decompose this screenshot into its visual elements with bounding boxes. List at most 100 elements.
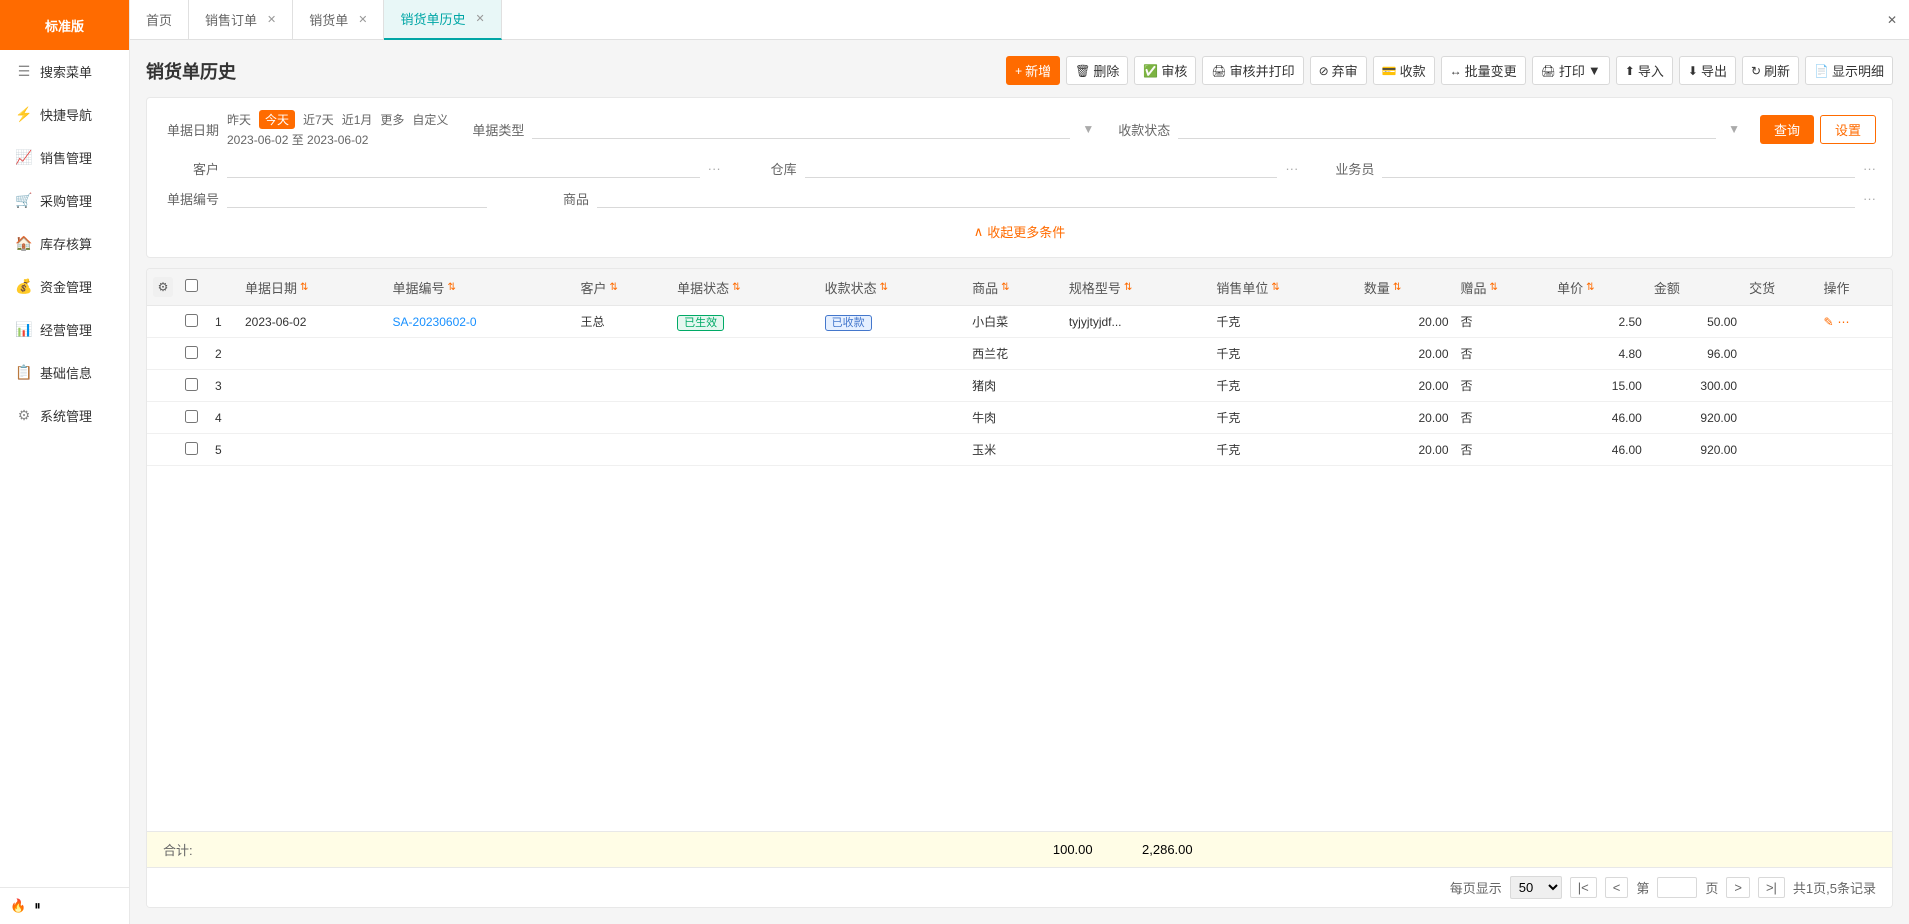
config-icon[interactable]: ⚙ (153, 277, 173, 297)
collect-button[interactable]: 💳 收款 (1373, 56, 1435, 85)
tab-close-all[interactable]: ✕ (1875, 13, 1909, 27)
th-unit[interactable]: 销售单位⇅ (1210, 269, 1358, 306)
row-checkbox-3[interactable] (179, 402, 209, 434)
tab-sales-order-close[interactable]: ✕ (267, 13, 276, 26)
customer-input[interactable] (227, 158, 700, 178)
th-doc-date[interactable]: 单据日期⇅ (239, 269, 387, 306)
th-gift[interactable]: 赠品⇅ (1455, 269, 1552, 306)
abandon-button[interactable]: ⊘ 弃审 (1310, 56, 1367, 85)
row-checkbox-0[interactable] (179, 306, 209, 338)
tab-sales-order[interactable]: 销售订单 ✕ (189, 0, 293, 40)
sort-customer-icon: ⇅ (609, 282, 617, 293)
setting-button[interactable]: 设置 (1820, 115, 1876, 144)
tab-home[interactable]: 首页 (130, 0, 189, 40)
row-seq-1: 2 (209, 338, 239, 370)
batch-change-button[interactable]: ↔ 批量变更 (1441, 56, 1526, 85)
shortcut-last1m[interactable]: 近1月 (342, 111, 373, 128)
th-price[interactable]: 单价⇅ (1551, 269, 1648, 306)
sidebar-item-stock-calc[interactable]: 🏠 库存核算 (0, 222, 129, 265)
shortcut-more[interactable]: 更多 (380, 111, 404, 128)
sidebar-item-purchase-mgmt[interactable]: 🛒 采购管理 (0, 179, 129, 222)
row-spec-1 (1063, 338, 1211, 370)
goods-dots[interactable]: ··· (1863, 191, 1876, 206)
refresh-button[interactable]: ↻ 刷新 (1742, 56, 1799, 85)
row-spec-2 (1063, 370, 1211, 402)
collapse-btn[interactable]: ∧ 收起更多条件 (163, 218, 1876, 245)
audit-print-button[interactable]: 🖨 审核并打印 (1202, 56, 1303, 85)
th-doc-number-label: 单据编号 (393, 278, 445, 297)
row-goods-3: 牛肉 (966, 402, 1063, 434)
sidebar-item-basic-info[interactable]: 📋 基础信息 (0, 351, 129, 394)
row-amount-1: 96.00 (1648, 338, 1743, 370)
last-page-btn[interactable]: >| (1758, 877, 1785, 898)
select-all-checkbox[interactable] (185, 279, 198, 292)
show-detail-button[interactable]: 📄 显示明细 (1805, 56, 1893, 85)
row-doc-number-1[interactable] (387, 338, 575, 370)
row-doc-number-2[interactable] (387, 370, 575, 402)
audit-button[interactable]: ✅ 审核 (1134, 56, 1196, 85)
th-qty[interactable]: 数量⇅ (1358, 269, 1455, 306)
prev-page-btn[interactable]: < (1605, 877, 1629, 898)
tab-sales-goods[interactable]: 销货单 ✕ (293, 0, 384, 40)
row-checkbox-1[interactable] (179, 338, 209, 370)
sidebar-item-fund-mgmt[interactable]: 💰 资金管理 (0, 265, 129, 308)
collect-status-select[interactable] (1178, 119, 1716, 139)
th-config[interactable]: ⚙ (147, 269, 179, 306)
row-doc-number-0[interactable]: SA-20230602-0 (387, 306, 575, 338)
row-unit-0: 千克 (1210, 306, 1358, 338)
shortcut-today[interactable]: 今天 (259, 110, 295, 129)
next-page-btn[interactable]: > (1726, 877, 1750, 898)
sidebar-item-sales-mgmt[interactable]: 📈 销售管理 (0, 136, 129, 179)
new-button[interactable]: + 新增 (1006, 56, 1060, 85)
salesperson-input[interactable] (1382, 158, 1855, 178)
first-page-btn[interactable]: |< (1570, 877, 1597, 898)
sidebar-bottom-icon1[interactable]: 🔥 (10, 898, 26, 914)
th-doc-status[interactable]: 单据状态⇅ (671, 269, 819, 306)
goods-input[interactable] (597, 188, 1855, 208)
sidebar-item-ops-mgmt[interactable]: 📊 经营管理 (0, 308, 129, 351)
sidebar-item-label: 库存核算 (40, 234, 92, 253)
th-checkbox[interactable] (179, 269, 209, 306)
filter-goods: 商品 ··· (533, 188, 1876, 208)
warehouse-input[interactable] (805, 158, 1278, 178)
row-checkbox-4[interactable] (179, 434, 209, 466)
tab-sales-history-close[interactable]: ✕ (476, 12, 485, 25)
sidebar-item-sys-mgmt[interactable]: ⚙ 系统管理 (0, 394, 129, 437)
tab-sales-history[interactable]: 销货单历史 ✕ (384, 0, 501, 40)
query-button[interactable]: 查询 (1760, 115, 1814, 144)
collapse-chevron-icon: ∧ (974, 224, 984, 240)
warehouse-dots[interactable]: ··· (1285, 161, 1298, 176)
filter-actions: 查询 设置 (1760, 115, 1876, 144)
th-pay-status[interactable]: 收款状态⇅ (819, 269, 967, 306)
page-title: 销货单历史 (146, 58, 236, 84)
customer-dots[interactable]: ··· (708, 161, 721, 176)
more-btn-0[interactable]: ⋯ (1838, 315, 1850, 329)
sidebar-item-search-menu[interactable]: ☰ 搜索菜单 (0, 50, 129, 93)
doc-type-select[interactable] (532, 119, 1070, 139)
shortcut-last7[interactable]: 近7天 (303, 111, 334, 128)
th-goods[interactable]: 商品⇅ (966, 269, 1063, 306)
print-button[interactable]: 🖨 打印 ▼ (1532, 56, 1610, 85)
salesperson-dots[interactable]: ··· (1863, 161, 1876, 176)
row-checkbox-2[interactable] (179, 370, 209, 402)
row-gift-0: 否 (1455, 306, 1552, 338)
delete-button[interactable]: 🗑 删除 (1066, 56, 1128, 85)
import-button[interactable]: ⬆ 导入 (1616, 56, 1673, 85)
doc-number-input[interactable] (227, 188, 487, 208)
th-doc-number[interactable]: 单据编号⇅ (387, 269, 575, 306)
per-page-select[interactable]: 50 100 200 (1510, 876, 1562, 899)
edit-btn-0[interactable]: ✎ (1823, 315, 1833, 329)
th-customer[interactable]: 客户⇅ (574, 269, 671, 306)
page-number-input[interactable]: 1 (1657, 877, 1697, 898)
tab-sales-goods-close[interactable]: ✕ (358, 13, 367, 26)
th-spec[interactable]: 规格型号⇅ (1063, 269, 1211, 306)
row-doc-number-4[interactable] (387, 434, 575, 466)
row-doc-number-3[interactable] (387, 402, 575, 434)
export-button[interactable]: ⬇ 导出 (1679, 56, 1736, 85)
shortcut-custom[interactable]: 自定义 (412, 111, 448, 128)
shortcut-yesterday[interactable]: 昨天 (227, 111, 251, 128)
sidebar-bottom-icon2[interactable]: ⏸ (34, 898, 41, 914)
row-pay-status-4 (819, 434, 967, 466)
sidebar-item-quick-nav[interactable]: ⚡ 快捷导航 (0, 93, 129, 136)
page-suffix: 页 (1705, 878, 1718, 897)
